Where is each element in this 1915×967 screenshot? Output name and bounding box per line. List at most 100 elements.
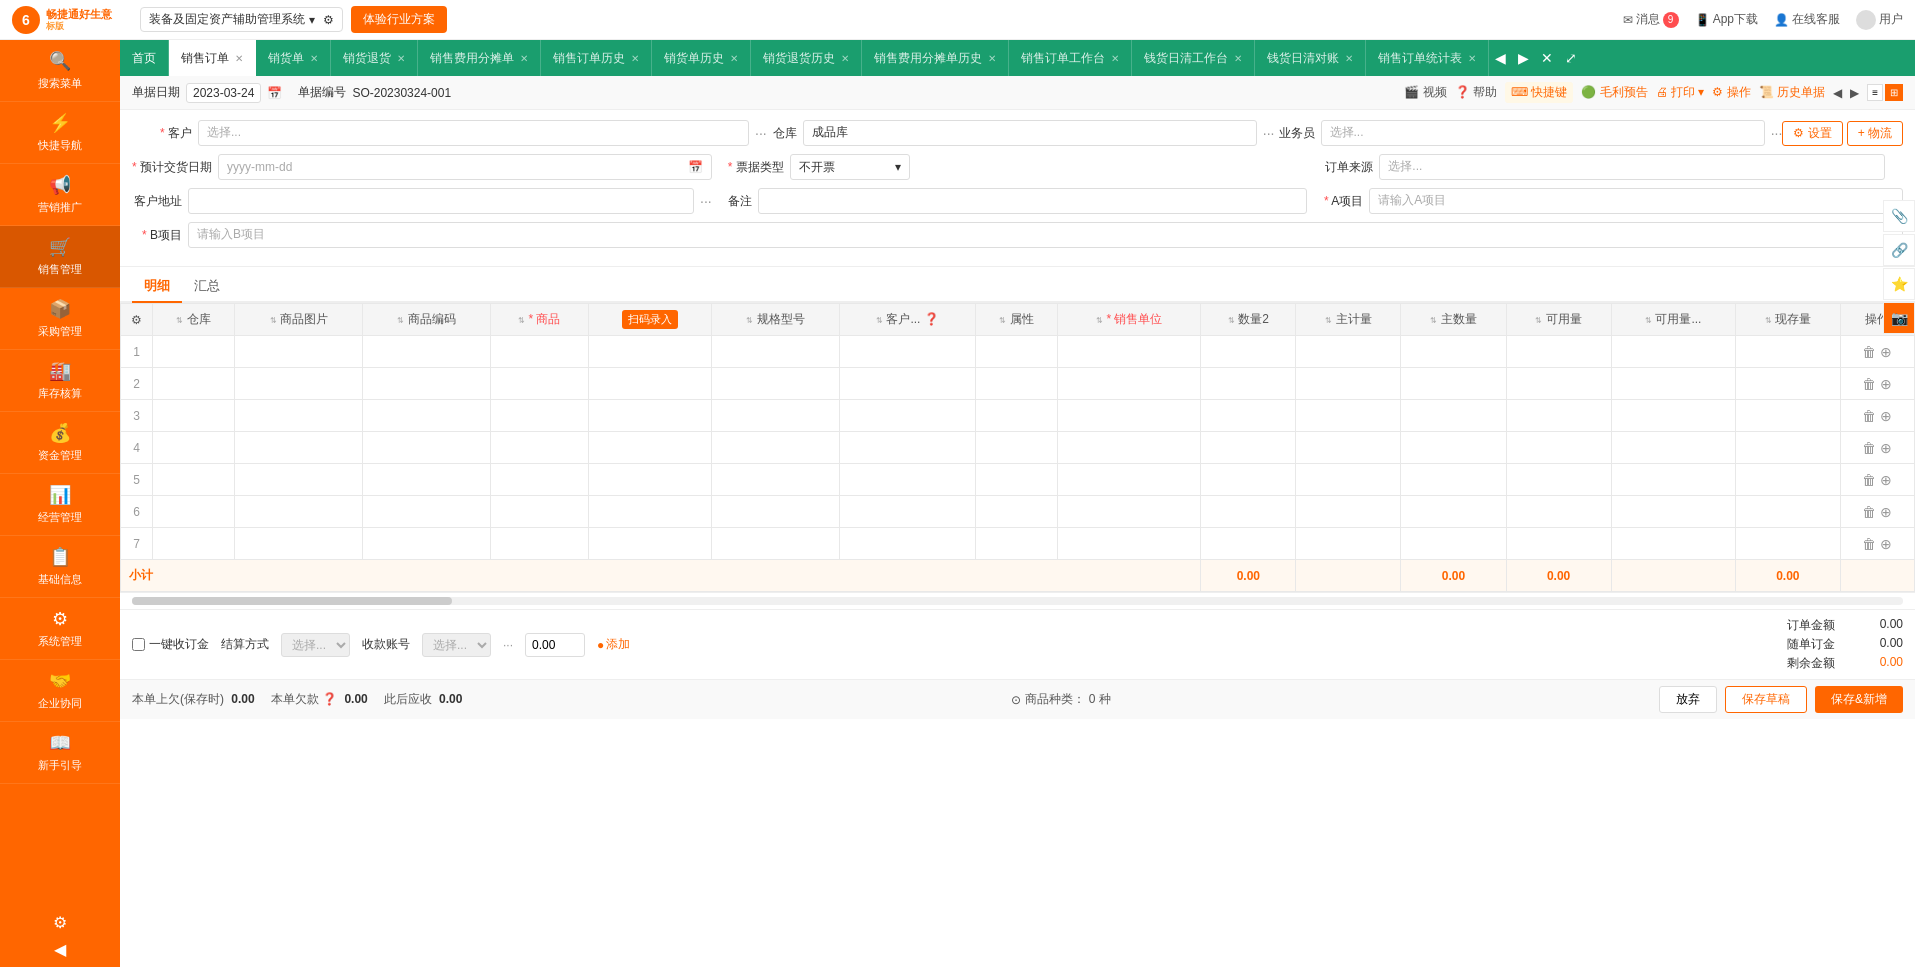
cell-spec-1[interactable] <box>711 336 839 368</box>
cell-attr-3[interactable] <box>975 400 1057 432</box>
sidebar-item-system[interactable]: ⚙ 系统管理 <box>0 598 120 660</box>
next-record-btn[interactable]: ▶ <box>1850 86 1859 100</box>
cell-avail2-2[interactable] <box>1611 368 1735 400</box>
cell-warehouse-5[interactable] <box>153 464 235 496</box>
cell-image-7[interactable] <box>235 528 363 560</box>
cell-scan-7[interactable] <box>588 528 711 560</box>
right-panel-btn-4[interactable]: 📷 <box>1883 302 1915 334</box>
cell-product-4[interactable] <box>491 432 589 464</box>
online-service-btn[interactable]: 👤 在线客服 <box>1774 11 1840 28</box>
cell-scan-5[interactable] <box>588 464 711 496</box>
cell-mainqty-5[interactable] <box>1401 464 1506 496</box>
cell-current-6[interactable] <box>1735 496 1840 528</box>
cell-attr-5[interactable] <box>975 464 1057 496</box>
cell-mainqty-2[interactable] <box>1401 368 1506 400</box>
th-available[interactable]: ⇅ 可用量 <box>1506 304 1611 336</box>
tab-sales-invoice-history-close[interactable]: ✕ <box>730 53 738 64</box>
cell-current-7[interactable] <box>1735 528 1840 560</box>
cell-mainqty-6[interactable] <box>1401 496 1506 528</box>
tab-sales-expense-history[interactable]: 销售费用分摊单历史 ✕ <box>862 40 1009 76</box>
user-btn[interactable]: 用户 <box>1856 10 1903 30</box>
delete-row-4-icon[interactable]: 🗑 <box>1862 440 1876 456</box>
layout-grid-btn[interactable]: ⊞ <box>1885 84 1903 101</box>
th-attr[interactable]: ⇅ 属性 <box>975 304 1057 336</box>
print-btn[interactable]: 🖨 打印 ▾ <box>1656 84 1705 101</box>
copy-row-2-icon[interactable]: ⊕ <box>1880 376 1892 392</box>
warehouse-more-btn[interactable]: ··· <box>1263 125 1275 141</box>
tab-sales-return-close[interactable]: ✕ <box>397 53 405 64</box>
payment-amount-input[interactable] <box>525 633 585 657</box>
cell-image-6[interactable] <box>235 496 363 528</box>
tab-sales-return-history[interactable]: 销货退货历史 ✕ <box>751 40 862 76</box>
project-a-input[interactable]: 请输入A项目 <box>1369 188 1903 214</box>
cell-image-5[interactable] <box>235 464 363 496</box>
cell-warehouse-6[interactable] <box>153 496 235 528</box>
cell-qty2-6[interactable] <box>1201 496 1296 528</box>
cell-scan-6[interactable] <box>588 496 711 528</box>
add-payment-btn[interactable]: ● 添加 <box>597 636 630 653</box>
th-image[interactable]: ⇅ 商品图片 <box>235 304 363 336</box>
cell-avail2-3[interactable] <box>1611 400 1735 432</box>
cell-current-5[interactable] <box>1735 464 1840 496</box>
cell-qty2-3[interactable] <box>1201 400 1296 432</box>
right-panel-btn-2[interactable]: 🔗 <box>1883 234 1915 266</box>
copy-row-1-icon[interactable]: ⊕ <box>1880 344 1892 360</box>
cell-product-1[interactable] <box>491 336 589 368</box>
cell-attr-6[interactable] <box>975 496 1057 528</box>
tab-home[interactable]: 首页 <box>120 40 169 76</box>
help-btn[interactable]: ❓ 帮助 <box>1455 84 1497 101</box>
tab-sales-workbench-close[interactable]: ✕ <box>1111 53 1119 64</box>
one-click-checkbox-label[interactable]: 一键收订金 <box>132 636 209 653</box>
system-name-selector[interactable]: 装备及固定资产辅助管理系统 ▾ ⚙ <box>140 7 343 32</box>
warehouse-input[interactable]: 成品库 <box>803 120 1257 146</box>
cell-qty2-2[interactable] <box>1201 368 1296 400</box>
app-download-btn[interactable]: 📱 App下载 <box>1695 11 1758 28</box>
right-panel-btn-1[interactable]: 📎 <box>1883 200 1915 232</box>
table-scroll-bar[interactable] <box>120 592 1915 609</box>
cell-image-3[interactable] <box>235 400 363 432</box>
profit-btn[interactable]: 🟢 毛利预告 <box>1581 84 1647 101</box>
th-unit[interactable]: ⇅ * 销售单位 <box>1058 304 1201 336</box>
scan-btn[interactable]: 扫码录入 <box>622 310 678 329</box>
tab-daily-workbench[interactable]: 钱货日清工作台 ✕ <box>1132 40 1255 76</box>
save-draft-btn[interactable]: 保存草稿 <box>1725 686 1807 713</box>
industry-btn[interactable]: 体验行业方案 <box>351 6 447 33</box>
sidebar-item-operations[interactable]: 📊 经营管理 <box>0 474 120 536</box>
cell-avail-6[interactable] <box>1506 496 1611 528</box>
delivery-date-input[interactable]: yyyy-mm-dd 📅 <box>218 154 712 180</box>
cell-product-5[interactable] <box>491 464 589 496</box>
cell-avail2-5[interactable] <box>1611 464 1735 496</box>
cell-qty2-4[interactable] <box>1201 432 1296 464</box>
cell-product-3[interactable] <box>491 400 589 432</box>
cell-mainqty-4[interactable] <box>1401 432 1506 464</box>
copy-row-3-icon[interactable]: ⊕ <box>1880 408 1892 424</box>
cell-current-1[interactable] <box>1735 336 1840 368</box>
tab-summary[interactable]: 汇总 <box>182 271 232 301</box>
cell-custcode-5[interactable] <box>839 464 975 496</box>
tab-sales-return[interactable]: 销货退货 ✕ <box>331 40 418 76</box>
sidebar-item-finance[interactable]: 💰 资金管理 <box>0 412 120 474</box>
prev-record-btn[interactable]: ◀ <box>1833 86 1842 100</box>
cell-attr-4[interactable] <box>975 432 1057 464</box>
cell-spec-2[interactable] <box>711 368 839 400</box>
cell-avail2-6[interactable] <box>1611 496 1735 528</box>
account-more-btn[interactable]: ··· <box>503 638 513 652</box>
cell-code-4[interactable] <box>363 432 491 464</box>
cell-avail2-7[interactable] <box>1611 528 1735 560</box>
th-settings[interactable]: ⚙ <box>121 304 153 336</box>
tab-sales-order-history[interactable]: 销售订单历史 ✕ <box>541 40 652 76</box>
sidebar-item-purchase[interactable]: 📦 采购管理 <box>0 288 120 350</box>
sidebar-item-marketing[interactable]: 📢 营销推广 <box>0 164 120 226</box>
copy-row-4-icon[interactable]: ⊕ <box>1880 440 1892 456</box>
th-available2[interactable]: ⇅ 可用量... <box>1611 304 1735 336</box>
discard-btn[interactable]: 放弃 <box>1659 686 1717 713</box>
delete-row-6-icon[interactable]: 🗑 <box>1862 504 1876 520</box>
cell-warehouse-1[interactable] <box>153 336 235 368</box>
copy-row-6-icon[interactable]: ⊕ <box>1880 504 1892 520</box>
tab-maximize-btn[interactable]: ⤢ <box>1559 40 1583 76</box>
cell-custcode-2[interactable] <box>839 368 975 400</box>
tab-sales-invoice-history[interactable]: 销货单历史 ✕ <box>652 40 751 76</box>
sidebar-item-cooperation[interactable]: 🤝 企业协同 <box>0 660 120 722</box>
cell-avail-2[interactable] <box>1506 368 1611 400</box>
cell-code-5[interactable] <box>363 464 491 496</box>
